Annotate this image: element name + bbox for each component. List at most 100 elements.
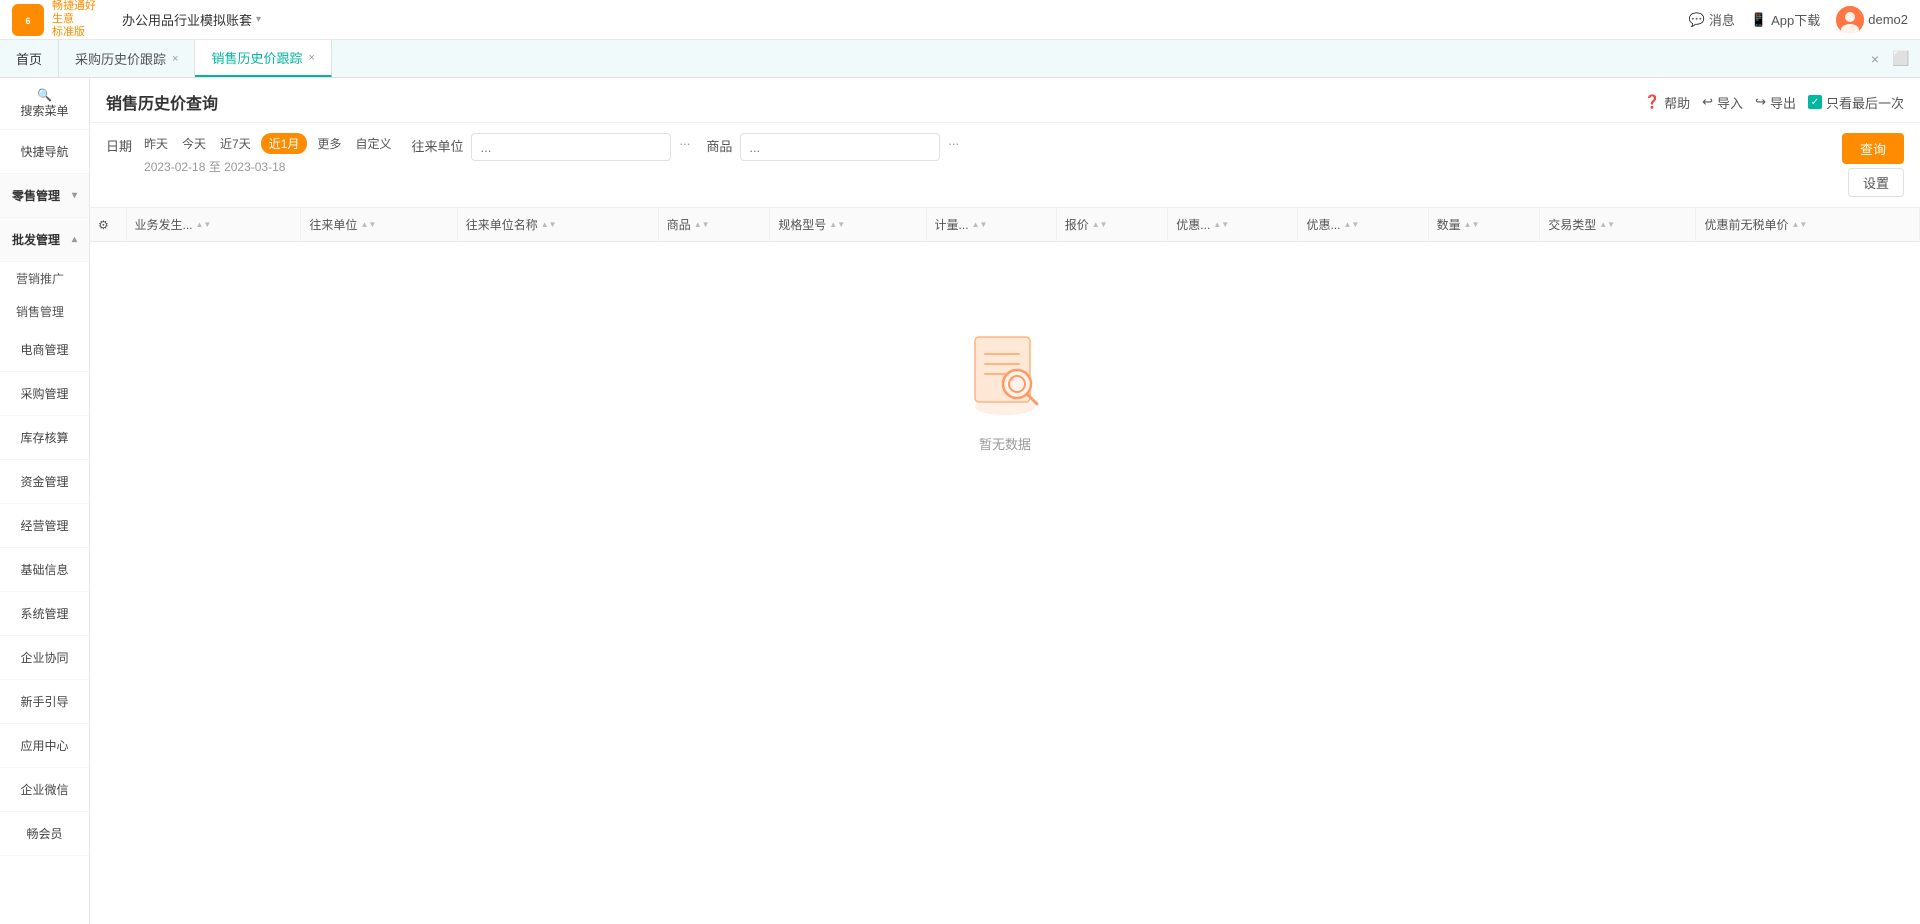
tab-purchase-label: 采购历史价跟踪 <box>75 49 166 68</box>
sort-icon: ▲▼ <box>1213 220 1229 229</box>
new-guide-label: 新手引导 <box>20 693 68 710</box>
help-button[interactable]: ❓ 帮助 <box>1644 93 1690 112</box>
sidebar-item-quick-nav[interactable]: 快捷导航 <box>0 130 89 174</box>
th-partner-code-label: 往来单位 <box>309 216 357 233</box>
sidebar-item-basic-info[interactable]: 基础信息 <box>0 548 89 592</box>
sort-icon: ▲▼ <box>829 220 845 229</box>
export-button[interactable]: ↪ 导出 <box>1755 93 1796 112</box>
enterprise-wechat-label: 企业微信 <box>20 781 68 798</box>
ops-label: 经营管理 <box>20 517 68 534</box>
quick-nav-label: 快捷导航 <box>20 143 68 160</box>
import-button[interactable]: ↩ 导入 <box>1702 93 1743 112</box>
date-today[interactable]: 今天 <box>178 133 210 154</box>
tab-sales-close-icon[interactable]: × <box>308 52 314 64</box>
empty-text: 暂无数据 <box>979 434 1031 453</box>
top-header: 6 畅捷通好生意 标准版 办公用品行业模拟账套 ▾ 💬 消息 📱 App下载 <box>0 0 1920 40</box>
sidebar-item-retail[interactable]: 零售管理 ▾ <box>0 174 89 218</box>
th-goods[interactable]: 商品 ▲▼ <box>658 208 770 242</box>
th-discount2-label: 优惠... <box>1306 216 1340 233</box>
window-close-button[interactable]: × <box>1864 48 1886 70</box>
th-pretax-price[interactable]: 优惠前无税单价 ▲▼ <box>1696 208 1920 242</box>
sort-icon: ▲▼ <box>1464 220 1480 229</box>
date-last-month[interactable]: 近1月 <box>261 133 308 154</box>
download-icon: 📱 <box>1751 12 1767 28</box>
sidebar-item-enterprise-collab[interactable]: 企业协同 <box>0 636 89 680</box>
th-discount1[interactable]: 优惠... ▲▼ <box>1168 208 1298 242</box>
app-download-button[interactable]: 📱 App下载 <box>1751 10 1820 29</box>
date-custom[interactable]: 自定义 <box>351 133 395 154</box>
user-name: demo2 <box>1868 12 1908 27</box>
sidebar-item-new-guide[interactable]: 新手引导 <box>0 680 89 724</box>
th-discount2[interactable]: 优惠... ▲▼ <box>1298 208 1428 242</box>
th-price[interactable]: 报价 ▲▼ <box>1056 208 1168 242</box>
th-spec-label: 规格型号 <box>778 216 826 233</box>
page-actions: ❓ 帮助 ↩ 导入 ↪ 导出 ✓ 只看最后一次 <box>1644 93 1904 112</box>
tab-bar: 首页 采购历史价跟踪 × 销售历史价跟踪 × × ⬜ <box>0 40 1920 78</box>
tab-purchase-close-icon[interactable]: × <box>172 53 178 65</box>
sidebar-item-ecom[interactable]: 电商管理 <box>0 328 89 372</box>
partner-input[interactable] <box>471 133 671 161</box>
enterprise-collab-label: 企业协同 <box>20 649 68 666</box>
help-icon: ❓ <box>1644 94 1660 110</box>
sales-mgmt-label: 销售管理 <box>16 303 64 320</box>
logo-icon: 6 <box>12 4 44 36</box>
tab-purchase-history[interactable]: 采购历史价跟踪 × <box>59 40 195 77</box>
th-partner-name[interactable]: 往来单位名称 ▲▼ <box>457 208 658 242</box>
user-menu[interactable]: demo2 <box>1836 6 1908 34</box>
help-label: 帮助 <box>1664 93 1690 112</box>
tab-home[interactable]: 首页 <box>0 40 59 77</box>
th-unit[interactable]: 计量... ▲▼ <box>926 208 1056 242</box>
sort-icon: ▲▼ <box>360 220 376 229</box>
th-spec[interactable]: 规格型号 ▲▼ <box>770 208 926 242</box>
th-gear[interactable]: ⚙ <box>90 208 126 242</box>
th-goods-label: 商品 <box>667 216 691 233</box>
message-icon: 💬 <box>1689 12 1705 28</box>
sidebar-item-purchase[interactable]: 采购管理 <box>0 372 89 416</box>
sidebar-item-search[interactable]: 🔍 搜索菜单 <box>0 78 89 130</box>
message-button[interactable]: 💬 消息 <box>1689 10 1735 29</box>
partner-dots-icon[interactable]: ... <box>679 133 690 148</box>
only-last-checkbox[interactable]: ✓ <box>1808 95 1822 109</box>
sort-icon: ▲▼ <box>1599 220 1615 229</box>
gear-icon: ⚙ <box>98 218 109 232</box>
date-options: 昨天 今天 近7天 近1月 更多 自定义 <box>140 133 395 154</box>
workspace-name: 办公用品行业模拟账套 <box>122 10 252 29</box>
th-biz-date-label: 业务发生... <box>135 216 193 233</box>
export-icon: ↪ <box>1755 94 1766 110</box>
date-more[interactable]: 更多 <box>313 133 345 154</box>
date-last7[interactable]: 近7天 <box>216 133 255 154</box>
sidebar-item-sales-mgmt[interactable]: 销售管理 <box>0 295 89 328</box>
workspace-selector[interactable]: 办公用品行业模拟账套 ▾ <box>122 10 261 29</box>
query-button[interactable]: 查询 <box>1842 133 1904 164</box>
filter-right-actions: 查询 设置 <box>1842 133 1904 197</box>
goods-input[interactable] <box>740 133 940 161</box>
wholesale-label: 批发管理 <box>12 231 60 248</box>
sidebar-item-finance[interactable]: 资金管理 <box>0 460 89 504</box>
sidebar-item-marketing[interactable]: 营销推广 <box>0 262 89 295</box>
date-yesterday[interactable]: 昨天 <box>140 133 172 154</box>
th-trade-type[interactable]: 交易类型 ▲▼ <box>1540 208 1696 242</box>
member-label: 畅会员 <box>26 825 62 842</box>
sidebar-item-wholesale[interactable]: 批发管理 ▴ <box>0 218 89 262</box>
th-biz-date[interactable]: 业务发生... ▲▼ <box>126 208 301 242</box>
th-quantity[interactable]: 数量 ▲▼ <box>1428 208 1540 242</box>
sidebar-item-inventory[interactable]: 库存核算 <box>0 416 89 460</box>
tab-sales-history[interactable]: 销售历史价跟踪 × <box>195 40 331 77</box>
partner-filter-label: 往来单位 <box>411 133 463 161</box>
sidebar-item-sys[interactable]: 系统管理 <box>0 592 89 636</box>
page-header: 销售历史价查询 ❓ 帮助 ↩ 导入 ↪ 导出 ✓ <box>90 78 1920 123</box>
goods-dots-icon[interactable]: ... <box>948 133 959 148</box>
sidebar-item-member[interactable]: 畅会员 <box>0 812 89 856</box>
sys-label: 系统管理 <box>20 605 68 622</box>
sidebar-item-app-center[interactable]: 应用中心 <box>0 724 89 768</box>
empty-state: 暂无数据 <box>90 242 1920 533</box>
th-partner-code[interactable]: 往来单位 ▲▼ <box>301 208 457 242</box>
table-container: ⚙ 业务发生... ▲▼ 往来单位 <box>90 208 1920 533</box>
sidebar-item-enterprise-wechat[interactable]: 企业微信 <box>0 768 89 812</box>
window-maximize-button[interactable]: ⬜ <box>1890 48 1912 70</box>
sidebar-item-ops[interactable]: 经营管理 <box>0 504 89 548</box>
only-last-wrapper[interactable]: ✓ 只看最后一次 <box>1808 93 1904 112</box>
app-download-label: App下载 <box>1771 10 1820 29</box>
th-discount1-label: 优惠... <box>1176 216 1210 233</box>
settings-button[interactable]: 设置 <box>1848 168 1904 197</box>
